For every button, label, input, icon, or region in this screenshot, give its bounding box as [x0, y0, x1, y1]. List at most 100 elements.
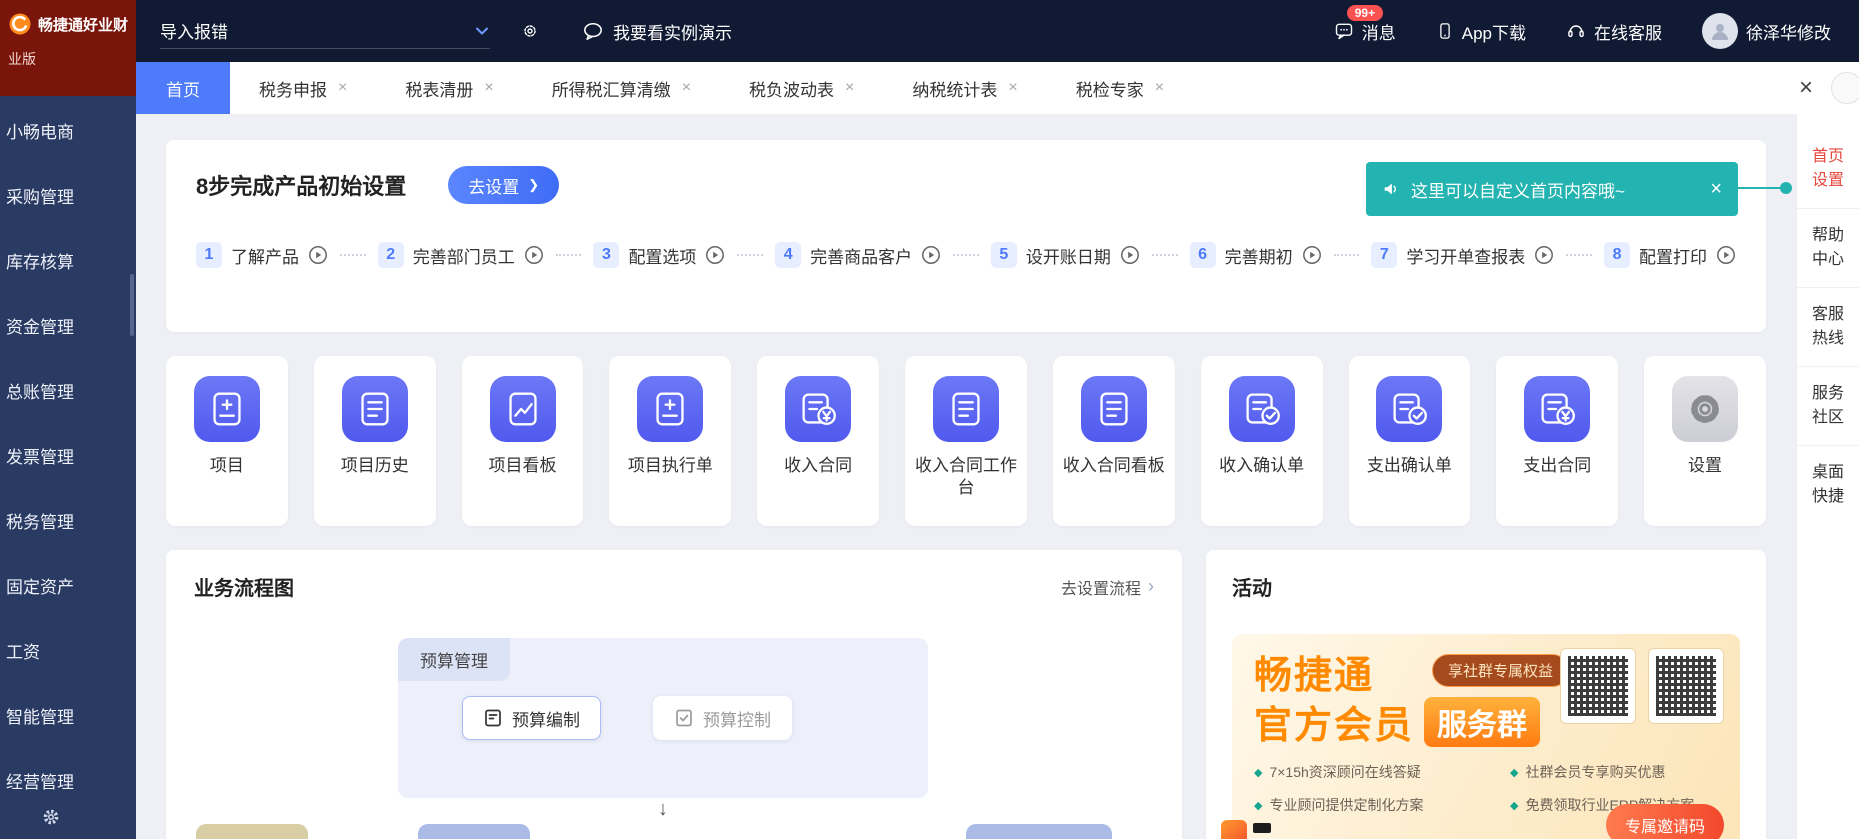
import-error-label: 导入报错 [160, 23, 228, 42]
invite-code-button[interactable]: 专属邀请码 [1605, 804, 1724, 839]
play-icon[interactable] [921, 245, 941, 265]
tab-label: 所得税汇算清缴 [551, 80, 671, 100]
doc-plus-icon [193, 376, 260, 442]
user-menu[interactable]: 徐泽华修改 [1702, 13, 1831, 49]
play-icon[interactable] [1534, 245, 1554, 265]
promo-banner[interactable]: 畅捷通 享社群专属权益 官方会员 服务群 ◆ 7×15h资深顾问在线答疑 ◆ 社群会… [1232, 634, 1740, 839]
app-card-project-board[interactable]: 项目看板 [461, 356, 584, 526]
sidebar-item-purchase[interactable]: 采购管理 [0, 163, 136, 228]
play-icon[interactable] [308, 245, 328, 265]
rail-item-desktop-shortcut[interactable]: 桌面快捷 [1797, 446, 1859, 524]
app-card-income-contract[interactable]: 收入合同 [757, 356, 880, 526]
benefit-item: ◆ 7×15h资深顾问在线答疑 [1254, 764, 1421, 780]
import-error-dropdown[interactable]: 导入报错 [160, 13, 490, 49]
tab-home[interactable]: 首页 [136, 62, 230, 114]
app-card-expense-confirm[interactable]: 支出确认单 [1348, 356, 1471, 526]
tab-close-icon[interactable]: × [484, 79, 493, 97]
flow-tab-project[interactable]: 项目管理 [418, 824, 530, 839]
app-label: 收入合同看板 [1062, 456, 1165, 475]
app-card-income-confirm[interactable]: 收入确认单 [1200, 356, 1323, 526]
step-number: 2 [377, 242, 404, 268]
app-label: 收入合同工作台 [914, 456, 1017, 498]
budget-edit-button[interactable]: 预算编制 [462, 696, 601, 740]
activity-card: 活动 畅捷通 享社群专属权益 官方会员 服务群 ◆ 7×15h资深顾问在线答疑 ◆… [1206, 550, 1766, 839]
sidebar-item-salary[interactable]: 工资 [0, 618, 136, 683]
step-number: 3 [593, 242, 620, 268]
tab-income-tax[interactable]: 所得税汇算清缴 × [523, 62, 720, 114]
step-label: 配置选项 [628, 247, 697, 267]
sidebar-item-inventory[interactable]: 库存核算 [0, 228, 136, 293]
message-icon [1335, 23, 1352, 40]
app-card-income-contract-workbench[interactable]: 收入合同工作台 [905, 356, 1027, 526]
tooltip-connector-line [1736, 187, 1786, 189]
play-icon[interactable] [1716, 245, 1736, 265]
messages-button[interactable]: 99+ 消息 [1334, 4, 1396, 44]
play-icon[interactable] [1302, 245, 1322, 265]
chevron-right-icon: ❯ [528, 177, 540, 192]
doc-lines-icon [1080, 376, 1147, 442]
tab-tax-expert[interactable]: 税检专家 × [1047, 62, 1193, 114]
step-label: 完善部门员工 [412, 247, 515, 267]
flow-setup-link[interactable]: 去设置流程 › [1061, 575, 1154, 599]
sidebar-item-invoice[interactable]: 发票管理 [0, 423, 136, 488]
close-all-tabs-icon[interactable]: × [1799, 76, 1813, 100]
tab-tax-fluctuation[interactable]: 税负波动表 × [720, 62, 883, 114]
messages-badge: 99+ [1346, 4, 1384, 21]
rail-item-service-hotline[interactable]: 客服热线 [1797, 288, 1859, 367]
diamond-icon: ◆ [1510, 766, 1519, 779]
chevron-down-icon [476, 27, 488, 34]
app-card-project-order[interactable]: 项目执行单 [609, 356, 732, 526]
sidebar-settings-gear-icon[interactable] [40, 806, 62, 833]
app-card-expense-contract[interactable]: 支出合同 [1496, 356, 1619, 526]
app-shortcut-grid: 项目 项目历史 项目看板 项目执行单 收入合同 收入合同工作台 收入合同看板 收… [166, 356, 1766, 526]
tab-close-icon[interactable]: × [682, 79, 691, 97]
play-icon[interactable] [1120, 245, 1140, 265]
tab-close-icon[interactable]: × [1008, 79, 1017, 97]
tab-tax-declare[interactable]: 税务申报 × [230, 62, 376, 114]
sidebar-item-assets[interactable]: 固定资产 [0, 553, 136, 618]
sidebar-item-smart[interactable]: 智能管理 [0, 683, 136, 748]
app-card-project-history[interactable]: 项目历史 [313, 356, 436, 526]
rail-item-homepage-settings[interactable]: 首页设置 [1797, 130, 1859, 209]
sidebar-item-funds[interactable]: 资金管理 [0, 293, 136, 358]
gear-icon[interactable] [520, 21, 540, 41]
budget-panel-tab[interactable]: 预算管理 [398, 638, 510, 681]
app-card-income-contract-board[interactable]: 收入合同看板 [1052, 356, 1175, 526]
tab-tax-register[interactable]: 税表清册 × [376, 62, 522, 114]
app-download-button[interactable]: App下载 [1436, 19, 1526, 44]
sidebar-item-ledger[interactable]: 总账管理 [0, 358, 136, 423]
flow-tab-funds-tax[interactable]: 资金往来税票 [966, 824, 1112, 839]
demo-link[interactable]: 我要看实例演示 [582, 19, 732, 44]
play-icon[interactable] [524, 245, 544, 265]
app-label: 支出确认单 [1366, 456, 1452, 475]
sidebar-item-operation[interactable]: 经营管理 [0, 748, 136, 813]
tab-close-icon[interactable]: × [338, 79, 347, 97]
setup-go-button[interactable]: 去设置 ❯ [448, 166, 560, 204]
step-connector [1566, 254, 1593, 256]
banner-member-text: 官方会员 [1254, 705, 1415, 747]
tab-close-icon[interactable]: × [1155, 79, 1164, 97]
app-label: 收入确认单 [1219, 456, 1305, 475]
floating-app-icon [1221, 820, 1247, 839]
budget-control-button[interactable]: 预算控制 [653, 696, 792, 740]
step-connector [737, 254, 764, 256]
flow-tab-finance[interactable]: 财务管理 [196, 824, 308, 839]
tab-tax-statistics[interactable]: 纳税统计表 × [883, 62, 1046, 114]
budget-edit-label: 预算编制 [512, 710, 580, 730]
floating-widget[interactable] [1221, 820, 1271, 839]
app-card-settings[interactable]: 设置 [1644, 356, 1766, 526]
rail-item-help-center[interactable]: 帮助中心 [1797, 209, 1859, 288]
sidebar-item-tax[interactable]: 税务管理 [0, 488, 136, 553]
sidebar-scrollbar[interactable] [130, 274, 134, 336]
play-icon[interactable] [705, 245, 725, 265]
tooltip-close-icon[interactable]: × [1710, 178, 1722, 201]
app-card-project[interactable]: 项目 [166, 356, 288, 526]
doc-check-icon [1376, 376, 1443, 442]
edge-widget[interactable] [1831, 72, 1859, 104]
setup-step: 2 完善部门员工 [377, 242, 544, 268]
sidebar-item-ecommerce[interactable]: 小畅电商 [0, 98, 136, 163]
flow-setup-label: 去设置流程 [1060, 580, 1141, 598]
tab-close-icon[interactable]: × [845, 79, 854, 97]
online-service-button[interactable]: 在线客服 [1566, 19, 1662, 44]
rail-item-service-community[interactable]: 服务社区 [1797, 367, 1859, 446]
